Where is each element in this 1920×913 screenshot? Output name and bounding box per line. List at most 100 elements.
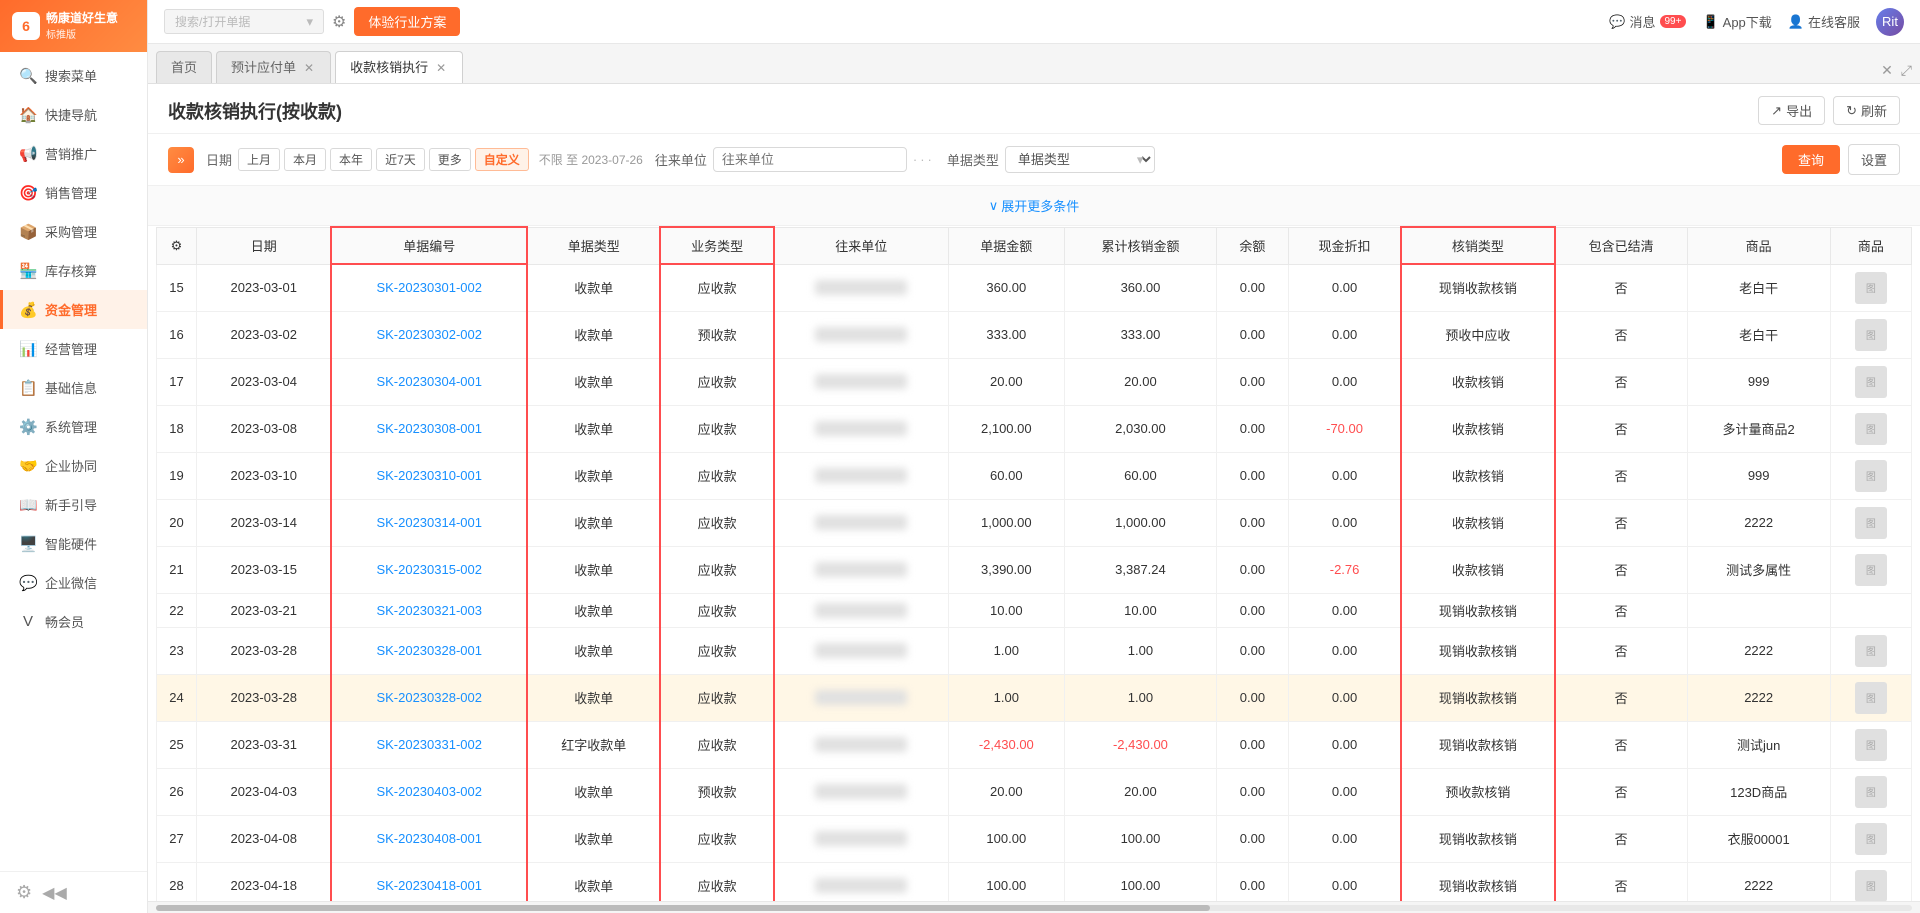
col-balance[interactable]: 余额 [1216, 227, 1288, 264]
tab-home[interactable]: 首页 [156, 51, 212, 83]
col-biz-type[interactable]: 业务类型 [660, 227, 773, 264]
app-download-button[interactable]: 📱 App下载 [1702, 12, 1771, 31]
partner-input[interactable] [713, 147, 907, 172]
cell-writeoff-amount: 100.00 [1065, 862, 1217, 901]
sidebar-item-wechat[interactable]: 💬 企业微信 [0, 563, 147, 602]
topbar: 搜索/打开单据 ▾ ⚙ 体验行业方案 💬 消息 99+ 📱 App下载 👤 在线… [148, 0, 1920, 44]
tab-receipt-writeoff-close-icon[interactable]: ✕ [434, 50, 448, 86]
col-cash-discount[interactable]: 现金折扣 [1288, 227, 1401, 264]
sidebar-item-finance[interactable]: 💰 资金管理 [0, 290, 147, 329]
sidebar-item-operations[interactable]: 📊 经营管理 [0, 329, 147, 368]
col-include-settled[interactable]: 包含已结清 [1555, 227, 1688, 264]
tab-expand-icon[interactable]: ⤢ [1901, 62, 1912, 79]
breadcrumb-input[interactable]: 搜索/打开单据 ▾ [164, 9, 324, 34]
cell-bill-type: 收款单 [527, 264, 660, 311]
tab-receipt-writeoff[interactable]: 收款核销执行 ✕ [335, 51, 463, 83]
filter-toggle-button[interactable]: » [168, 147, 194, 173]
bill-no-link[interactable]: SK-20230408-001 [376, 831, 482, 846]
sidebar-collapse-icon[interactable]: ◀◀ [42, 883, 67, 903]
col-goods[interactable]: 商品 [1687, 227, 1830, 264]
cell-biz-type: 应收款 [660, 499, 773, 546]
sidebar-bottom: ⚙ ◀◀ [0, 871, 147, 913]
last-month-btn[interactable]: 上月 [238, 148, 280, 171]
user-avatar[interactable]: Rit [1876, 8, 1904, 36]
bill-no-link[interactable]: SK-20230302-002 [376, 327, 482, 342]
col-gear[interactable]: ⚙ [157, 227, 197, 264]
settings-button[interactable]: 设置 [1848, 144, 1900, 175]
cell-writeoff-amount: 10.00 [1065, 593, 1217, 627]
online-service-button[interactable]: 👤 在线客服 [1788, 12, 1860, 31]
cell-balance: 0.00 [1216, 674, 1288, 721]
bill-no-link[interactable]: SK-20230328-001 [376, 643, 482, 658]
sidebar-item-purchase[interactable]: 📦 采购管理 [0, 212, 147, 251]
cell-bill-no: SK-20230302-002 [331, 311, 527, 358]
data-table: ⚙ 日期 单据编号 单据类型 业务类型 往来单位 单据金额 累计核销金额 余额 … [156, 226, 1912, 901]
col-goods-img[interactable]: 商品 [1830, 227, 1911, 264]
this-month-btn[interactable]: 本月 [284, 148, 326, 171]
last-7-days-btn[interactable]: 近7天 [376, 148, 425, 171]
sidebar-item-hardware[interactable]: 🖥️ 智能硬件 [0, 524, 147, 563]
sidebar-item-search-menu[interactable]: 🔍 搜索菜单 [0, 56, 147, 95]
sidebar-item-member[interactable]: V 畅会员 [0, 602, 147, 641]
bill-no-link[interactable]: SK-20230315-002 [376, 562, 482, 577]
messages-button[interactable]: 💬 消息 99+ [1609, 12, 1686, 31]
sidebar-item-label: 新手引导 [45, 495, 97, 514]
cell-date: 2023-03-08 [197, 405, 332, 452]
bill-no-link[interactable]: SK-20230304-001 [376, 374, 482, 389]
tab-close-all-icon[interactable]: ✕ [1881, 62, 1893, 79]
tab-prepay-close-icon[interactable]: ✕ [302, 50, 316, 86]
col-bill-no[interactable]: 单据编号 [331, 227, 527, 264]
col-partner[interactable]: 往来单位 [774, 227, 948, 264]
export-label: 导出 [1786, 101, 1812, 120]
table-header-row: ⚙ 日期 单据编号 单据类型 业务类型 往来单位 单据金额 累计核销金额 余额 … [157, 227, 1912, 264]
col-writeoff-type[interactable]: 核销类型 [1401, 227, 1554, 264]
sidebar-item-system[interactable]: ⚙️ 系统管理 [0, 407, 147, 446]
col-bill-type[interactable]: 单据类型 [527, 227, 660, 264]
more-date-btn[interactable]: 更多 [429, 148, 471, 171]
filter-bill-type-group: 单据类型 单据类型 ▾ [947, 146, 1144, 173]
sidebar-item-basics[interactable]: 📋 基础信息 [0, 368, 147, 407]
sidebar-item-marketing[interactable]: 📢 营销推广 [0, 134, 147, 173]
bill-no-link[interactable]: SK-20230301-002 [376, 280, 482, 295]
bill-no-link[interactable]: SK-20230321-003 [376, 603, 482, 618]
custom-date-btn[interactable]: 自定义 [475, 148, 529, 171]
col-writeoff-amount[interactable]: 累计核销金额 [1065, 227, 1217, 264]
bill-no-link[interactable]: SK-20230403-002 [376, 784, 482, 799]
col-date[interactable]: 日期 [197, 227, 332, 264]
cell-biz-type: 应收款 [660, 721, 773, 768]
this-year-btn[interactable]: 本年 [330, 148, 372, 171]
cell-writeoff-amount: 3,387.24 [1065, 546, 1217, 593]
cell-balance: 0.00 [1216, 593, 1288, 627]
bill-no-link[interactable]: SK-20230314-001 [376, 515, 482, 530]
export-button[interactable]: ↗ 导出 [1758, 96, 1825, 125]
bill-no-link[interactable]: SK-20230328-002 [376, 690, 482, 705]
cell-biz-type: 应收款 [660, 264, 773, 311]
sidebar-item-label: 企业微信 [45, 573, 97, 592]
tab-prepay-label: 预计应付单 [231, 52, 296, 84]
bill-no-link[interactable]: SK-20230331-002 [376, 737, 482, 752]
cell-bill-type: 收款单 [527, 815, 660, 862]
sidebar-item-sales[interactable]: 🎯 销售管理 [0, 173, 147, 212]
query-button[interactable]: 查询 [1782, 145, 1840, 174]
bill-no-link[interactable]: SK-20230418-001 [376, 878, 482, 893]
bill-type-select[interactable]: 单据类型 [1005, 146, 1155, 173]
sidebar-item-enterprise[interactable]: 🤝 企业协同 [0, 446, 147, 485]
expand-more-button[interactable]: ∨ 展开更多条件 [983, 190, 1086, 221]
col-amount[interactable]: 单据金额 [948, 227, 1064, 264]
sidebar-item-quick-nav[interactable]: 🏠 快捷导航 [0, 95, 147, 134]
cell-bill-no: SK-20230304-001 [331, 358, 527, 405]
sidebar-item-guide[interactable]: 📖 新手引导 [0, 485, 147, 524]
sidebar-item-inventory[interactable]: 🏪 库存核算 [0, 251, 147, 290]
sidebar-item-label: 搜索菜单 [45, 66, 97, 85]
cell-writeoff-amount: 1.00 [1065, 627, 1217, 674]
tab-prepay[interactable]: 预计应付单 ✕ [216, 51, 331, 83]
cell-biz-type: 应收款 [660, 358, 773, 405]
topbar-gear-icon[interactable]: ⚙ [332, 12, 346, 32]
solution-button[interactable]: 体验行业方案 [354, 7, 460, 36]
refresh-button[interactable]: ↻ 刷新 [1833, 96, 1900, 125]
table-row: 222023-03-21SK-20230321-003收款单应收款███████… [157, 593, 1912, 627]
settings-gear-icon[interactable]: ⚙ [16, 882, 32, 903]
bill-no-link[interactable]: SK-20230308-001 [376, 421, 482, 436]
bill-no-link[interactable]: SK-20230310-001 [376, 468, 482, 483]
table-row: 262023-04-03SK-20230403-002收款单预收款███████… [157, 768, 1912, 815]
